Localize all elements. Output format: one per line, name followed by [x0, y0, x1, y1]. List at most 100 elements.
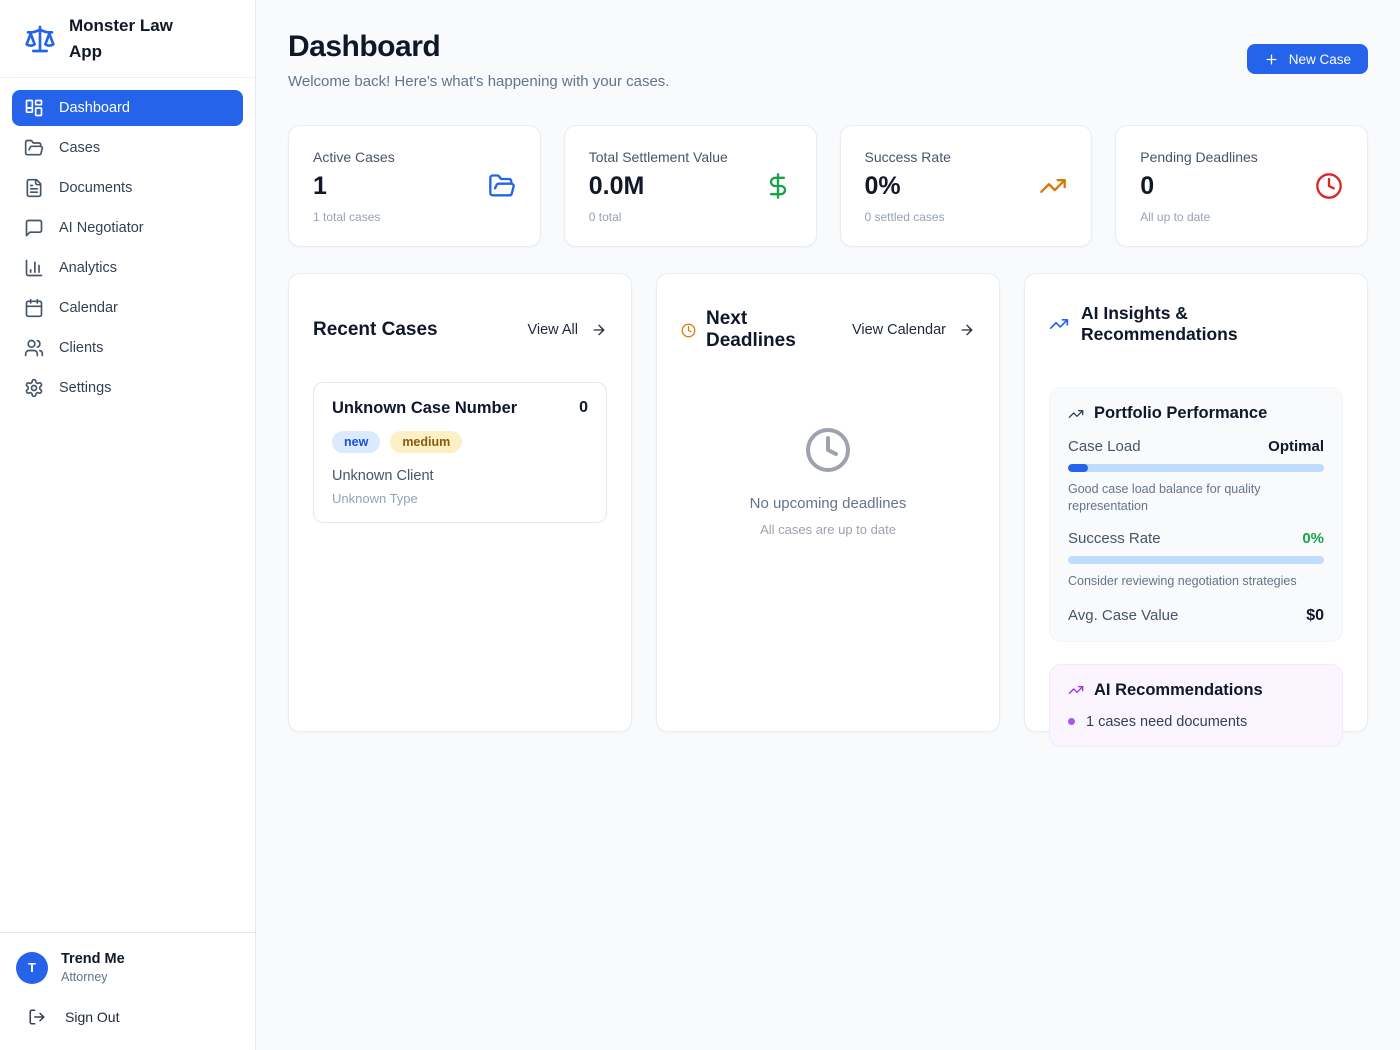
users-icon: [24, 339, 44, 357]
stat-label: Active Cases: [313, 148, 395, 165]
status-badge-new: new: [332, 431, 381, 453]
file-text-icon: [26, 178, 42, 198]
trending-up-icon: [1068, 686, 1084, 695]
sidebar-item-label: Calendar: [59, 300, 118, 316]
recent-cases-title: Recent Cases: [313, 319, 438, 340]
metric-caption: Consider reviewing negotiation strategie…: [1068, 573, 1297, 588]
app-logo: Monster Law App: [0, 0, 255, 78]
stats-grid: Active Cases 1 1 total cases Total Settl…: [288, 125, 1368, 247]
sidebar-item-clients[interactable]: Clients: [12, 330, 243, 366]
sidebar-item-cases[interactable]: Cases: [12, 130, 243, 166]
deadlines-empty-state: No upcoming deadlines All cases are up t…: [681, 426, 975, 537]
folder-open-icon: [24, 139, 44, 156]
case-count: 0: [579, 399, 588, 416]
stat-card-settlement-value: Total Settlement Value 0.0M 0 total: [563, 125, 817, 247]
metric-label: Success Rate: [1068, 529, 1161, 547]
progress-bar: [1068, 464, 1324, 472]
view-all-link[interactable]: View All: [527, 322, 607, 338]
metric-value: 0%: [1302, 529, 1324, 547]
stat-label: Pending Deadlines: [1140, 148, 1258, 165]
metric-avg-case-value: Avg. Case Value $0: [1068, 607, 1324, 625]
stat-label: Success Rate: [864, 148, 951, 165]
chat-bubble-icon: [25, 219, 43, 237]
log-out-icon: [29, 1009, 45, 1025]
sidebar-item-analytics[interactable]: Analytics: [12, 250, 243, 286]
stat-sub: 0 settled cases: [864, 209, 945, 224]
page-title: Dashboard: [288, 30, 441, 63]
sidebar-item-label: Settings: [59, 380, 112, 396]
priority-badge-medium: medium: [390, 431, 463, 453]
metric-label: Avg. Case Value: [1068, 607, 1179, 625]
stat-value: 0: [1140, 171, 1155, 200]
trending-up-icon: [1040, 179, 1067, 193]
progress-bar-fill: [1068, 464, 1089, 472]
sidebar-item-label: Dashboard: [59, 100, 130, 116]
sidebar-nav: Dashboard Cases Documents AI Negotiator …: [0, 78, 255, 422]
stat-sub: All up to date: [1140, 209, 1211, 224]
next-deadlines-title: Next Deadlines: [706, 308, 796, 351]
stat-label: Total Settlement Value: [588, 148, 728, 165]
metric-success-rate: Success Rate 0% Consider reviewing negot…: [1068, 530, 1324, 590]
recommendation-item: 1 cases need documents: [1068, 714, 1324, 730]
portfolio-title: Portfolio Performance: [1094, 404, 1268, 422]
metric-caption: Good case load balance for quality repre…: [1068, 482, 1261, 513]
stat-card-active-cases: Active Cases 1 1 total cases: [288, 125, 541, 247]
ai-insights-panel: AI Insights & Recommendations Portfolio …: [1024, 273, 1368, 747]
recommendations-title: AI Recommendations: [1094, 680, 1263, 699]
clock-icon: [681, 323, 696, 337]
empty-state-title: No upcoming deadlines: [749, 495, 907, 512]
new-case-label: New Case: [1288, 51, 1351, 67]
sidebar-item-label: AI Negotiator: [59, 220, 144, 236]
view-calendar-link[interactable]: View Calendar: [852, 322, 975, 338]
main-content: Dashboard Welcome back! Here's what's ha…: [256, 0, 1400, 1050]
sidebar-item-documents[interactable]: Documents: [12, 170, 243, 206]
stat-value: 0%: [864, 171, 901, 200]
sidebar-footer: T Trend Me Attorney Sign Out: [0, 932, 255, 1050]
sidebar: Monster Law App Dashboard Cases Document…: [0, 0, 256, 1050]
stat-sub: 1 total cases: [313, 209, 381, 224]
stat-value: 0.0M: [588, 171, 645, 200]
case-card[interactable]: Unknown Case Number 0 new medium Unknown…: [313, 382, 607, 523]
empty-state-subtitle: All cases are up to date: [760, 522, 896, 537]
ai-insights-title: AI Insights & Recommendations: [1081, 303, 1238, 344]
sidebar-item-calendar[interactable]: Calendar: [12, 290, 243, 326]
sign-out-label: Sign Out: [65, 1009, 120, 1025]
stat-card-success-rate: Success Rate 0% 0 settled cases: [839, 125, 1093, 247]
bar-chart-icon: [25, 259, 43, 277]
page-header: Dashboard Welcome back! Here's what's ha…: [288, 30, 1368, 90]
user-name: Trend Me: [61, 951, 125, 967]
sidebar-item-settings[interactable]: Settings: [12, 370, 243, 406]
panels-row: Recent Cases View All Unknown Case Numbe…: [288, 273, 1368, 747]
clock-icon: [1316, 173, 1342, 199]
metric-case-load: Case Load Optimal Good case load balance…: [1068, 438, 1324, 515]
trending-up-icon: [1049, 319, 1069, 329]
calendar-icon: [25, 298, 43, 318]
recent-cases-panel: Recent Cases View All Unknown Case Numbe…: [288, 273, 632, 732]
sidebar-item-label: Documents: [59, 180, 133, 196]
sidebar-item-ai-negotiator[interactable]: AI Negotiator: [12, 210, 243, 246]
trending-up-icon: [1068, 409, 1084, 418]
avatar: T: [16, 951, 48, 984]
clock-icon: [806, 428, 850, 472]
sidebar-item-label: Clients: [59, 340, 104, 356]
new-case-button[interactable]: New Case: [1246, 44, 1368, 74]
app-title: Monster Law App: [69, 16, 173, 61]
sidebar-item-dashboard[interactable]: Dashboard: [12, 90, 243, 126]
progress-bar: [1068, 555, 1324, 564]
metric-label: Case Load: [1068, 438, 1141, 455]
bullet-dot: [1068, 718, 1075, 726]
sign-out-button[interactable]: Sign Out: [16, 984, 239, 1050]
stat-card-pending-deadlines: Pending Deadlines 0 All up to date: [1115, 125, 1368, 247]
sidebar-item-label: Cases: [59, 140, 101, 156]
folder-open-icon: [488, 174, 515, 197]
case-title: Unknown Case Number: [332, 399, 518, 417]
gear-icon: [25, 378, 43, 398]
scales-of-justice-icon: [25, 25, 55, 52]
stat-sub: 0 total: [588, 209, 622, 224]
sidebar-item-label: Analytics: [59, 260, 118, 276]
recommendation-text: 1 cases need documents: [1086, 713, 1248, 730]
arrow-right-icon: [961, 324, 973, 336]
user-profile: T Trend Me Attorney: [16, 951, 239, 984]
portfolio-performance-card: Portfolio Performance Case Load Optimal …: [1049, 387, 1343, 642]
arrow-right-icon: [593, 324, 605, 336]
